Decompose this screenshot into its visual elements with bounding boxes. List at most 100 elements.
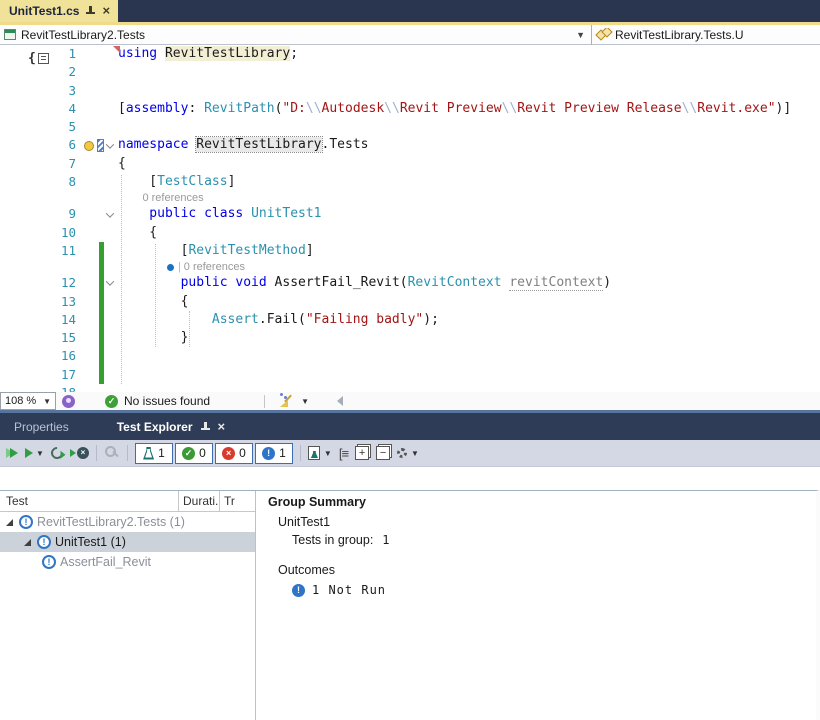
code-cleanup-broom-icon[interactable]	[279, 393, 295, 409]
codelens-dot-icon	[166, 263, 174, 271]
code-line[interactable]: 6 namespace RevitTestLibrary.Tests	[0, 136, 820, 154]
sparkle	[284, 396, 288, 399]
close-icon[interactable]: ×	[218, 419, 226, 434]
test-tree-row[interactable]: ! RevitTestLibrary2.Tests (1)	[0, 512, 255, 532]
code-line[interactable]: 3	[0, 82, 820, 100]
line-number: 11	[60, 242, 76, 258]
line-number: 12	[60, 275, 76, 291]
scroll-left-arrow[interactable]	[336, 396, 343, 406]
line-number: 9	[68, 206, 76, 222]
code-line[interactable]: 16	[0, 347, 820, 367]
test-name-label: AssertFail_Revit	[60, 555, 151, 569]
not-run-exclamation-icon: !	[292, 583, 305, 597]
key-icon[interactable]	[104, 445, 120, 461]
expander-icon[interactable]	[6, 518, 13, 526]
column-duration[interactable]: Durati...	[179, 494, 219, 508]
code-line[interactable]: 14 Assert.Fail("Failing badly");	[0, 310, 820, 330]
line-number: 14	[60, 311, 76, 327]
code-line[interactable]: 9 public class UnitTest1	[0, 205, 820, 223]
member-label: RevitTestLibrary.Tests.U	[615, 27, 744, 42]
editor-status-bar: 108 % ▼ ✓ No issues found ▼	[0, 392, 820, 410]
code-text: public class UnitTest1	[149, 206, 322, 222]
passed-check-icon: ✓	[182, 446, 196, 460]
passed-tests-value: 0	[199, 446, 206, 460]
column-traits[interactable]: Tr	[220, 494, 255, 508]
line-number: 4	[68, 100, 76, 116]
not-run-outline-icon: !	[19, 515, 33, 529]
zoom-select[interactable]: 108 % ▼	[0, 392, 56, 410]
code-health-icon[interactable]	[62, 394, 75, 408]
total-tests-counter[interactable]: 1	[134, 442, 173, 464]
run-failed-tests-button[interactable]: ×	[69, 447, 89, 459]
glyph-margin	[76, 205, 118, 223]
run-tests-button[interactable]: ▼	[25, 448, 44, 458]
member-dropdown[interactable]: RevitTestLibrary.Tests.U	[592, 28, 820, 42]
test-tree-row[interactable]: ! AssertFail_Revit	[0, 552, 255, 572]
outcome-row: ! 1 Not Run	[292, 583, 816, 597]
failed-tests-counter[interactable]: × 0	[214, 442, 253, 464]
project-scope-dropdown[interactable]: RevitTestLibrary2.Tests ▼	[0, 28, 591, 42]
collapse-chevron-icon[interactable]	[105, 208, 115, 218]
expander-icon[interactable]	[24, 538, 31, 546]
line-number: 5	[68, 119, 76, 135]
group-name: UnitTest1	[278, 515, 331, 529]
document-tab-title: UnitTest1.cs	[9, 4, 80, 18]
outline-box-glyph	[37, 53, 49, 64]
code-line[interactable]: 1 using RevitTestLibrary;	[0, 45, 820, 63]
collapse-chevron-icon[interactable]	[105, 139, 115, 149]
chevron-down-icon: ▼	[43, 396, 51, 406]
chevron-down-icon: ▼	[323, 448, 332, 458]
code-line[interactable]: 4 [assembly: RevitPath("D:\\Autodesk\\Rev…	[0, 100, 820, 118]
chevron-down-icon[interactable]: ▼	[301, 397, 309, 406]
code-editor[interactable]: { 1 using RevitTestLibrary; 2 3 4 [assembly: …	[0, 45, 820, 392]
visual-studio-window: UnitTest1.cs × RevitTestLibrary2.Tests ▼…	[0, 0, 820, 720]
status-separator	[264, 394, 266, 408]
code-line[interactable]: 12 public void AssertFail_Revit(RevitCont…	[0, 274, 820, 293]
code-line[interactable]: 5	[0, 118, 820, 136]
passed-tests-counter[interactable]: ✓ 0	[174, 442, 213, 464]
pin-icon[interactable]	[86, 6, 96, 16]
codelens-indicator[interactable]: | 0 references	[0, 260, 820, 275]
column-test[interactable]: Test	[0, 494, 178, 508]
line-number: 13	[60, 293, 76, 309]
playlist-button[interactable]: ▼	[307, 446, 332, 460]
close-icon[interactable]: ×	[102, 4, 110, 17]
collapse-chevron-icon[interactable]	[105, 277, 115, 287]
document-outline-icon[interactable]: {	[28, 51, 49, 66]
indent-guide	[121, 175, 122, 384]
code-line[interactable]: 18	[0, 384, 820, 392]
run-all-tests-button[interactable]	[6, 448, 18, 458]
code-area: 1 using RevitTestLibrary; 2 3 4 [assembly: Re…	[0, 45, 820, 392]
pin-icon[interactable]	[200, 421, 210, 432]
notrun-tests-counter[interactable]: ! 1	[254, 442, 293, 464]
group-by-icon[interactable]: [≡	[339, 446, 349, 461]
glyph-margin	[76, 63, 118, 81]
code-line[interactable]: 17	[0, 365, 820, 385]
codelens-indicator[interactable]: 0 references	[0, 191, 820, 205]
navigation-bar: RevitTestLibrary2.Tests ▼ RevitTestLibra…	[0, 24, 820, 45]
test-list-pane: Test Durati... Tr ! RevitTestLibrary2.Tes…	[0, 490, 255, 720]
glyph-margin	[76, 118, 118, 136]
test-tree-row[interactable]: ! UnitTest1 (1)	[0, 532, 255, 552]
collapse-all-icon[interactable]: −	[376, 446, 391, 460]
test-explorer-content: Test Durati... Tr ! RevitTestLibrary2.Tes…	[0, 490, 820, 720]
total-tests-value: 1	[158, 446, 165, 460]
tab-properties[interactable]: Properties	[14, 420, 69, 434]
repeat-last-run-button[interactable]	[48, 444, 66, 462]
tab-test-explorer[interactable]: Test Explorer ×	[117, 419, 225, 434]
code-text: [assembly: RevitPath("D:\\Autodesk\\Revi…	[118, 100, 792, 116]
code-line[interactable]: 8 [TestClass]	[0, 173, 820, 191]
code-line[interactable]: 15}	[0, 329, 820, 348]
lightbulb-icon[interactable]	[84, 140, 94, 151]
expand-all-icon[interactable]: +	[355, 446, 370, 460]
code-line[interactable]: 10 {	[0, 224, 820, 242]
code-line[interactable]: 11 [RevitTestMethod]	[0, 241, 820, 261]
line-number: 3	[68, 82, 76, 98]
chevron-down-icon[interactable]: ▼	[576, 30, 585, 40]
code-line[interactable]: 2	[0, 63, 820, 81]
document-tab[interactable]: UnitTest1.cs ×	[0, 0, 119, 22]
code-line[interactable]: 13 {	[0, 292, 820, 312]
code-line[interactable]: 7{	[0, 155, 820, 173]
settings-button[interactable]: ▼	[397, 448, 419, 458]
glyph-margin	[76, 347, 118, 365]
